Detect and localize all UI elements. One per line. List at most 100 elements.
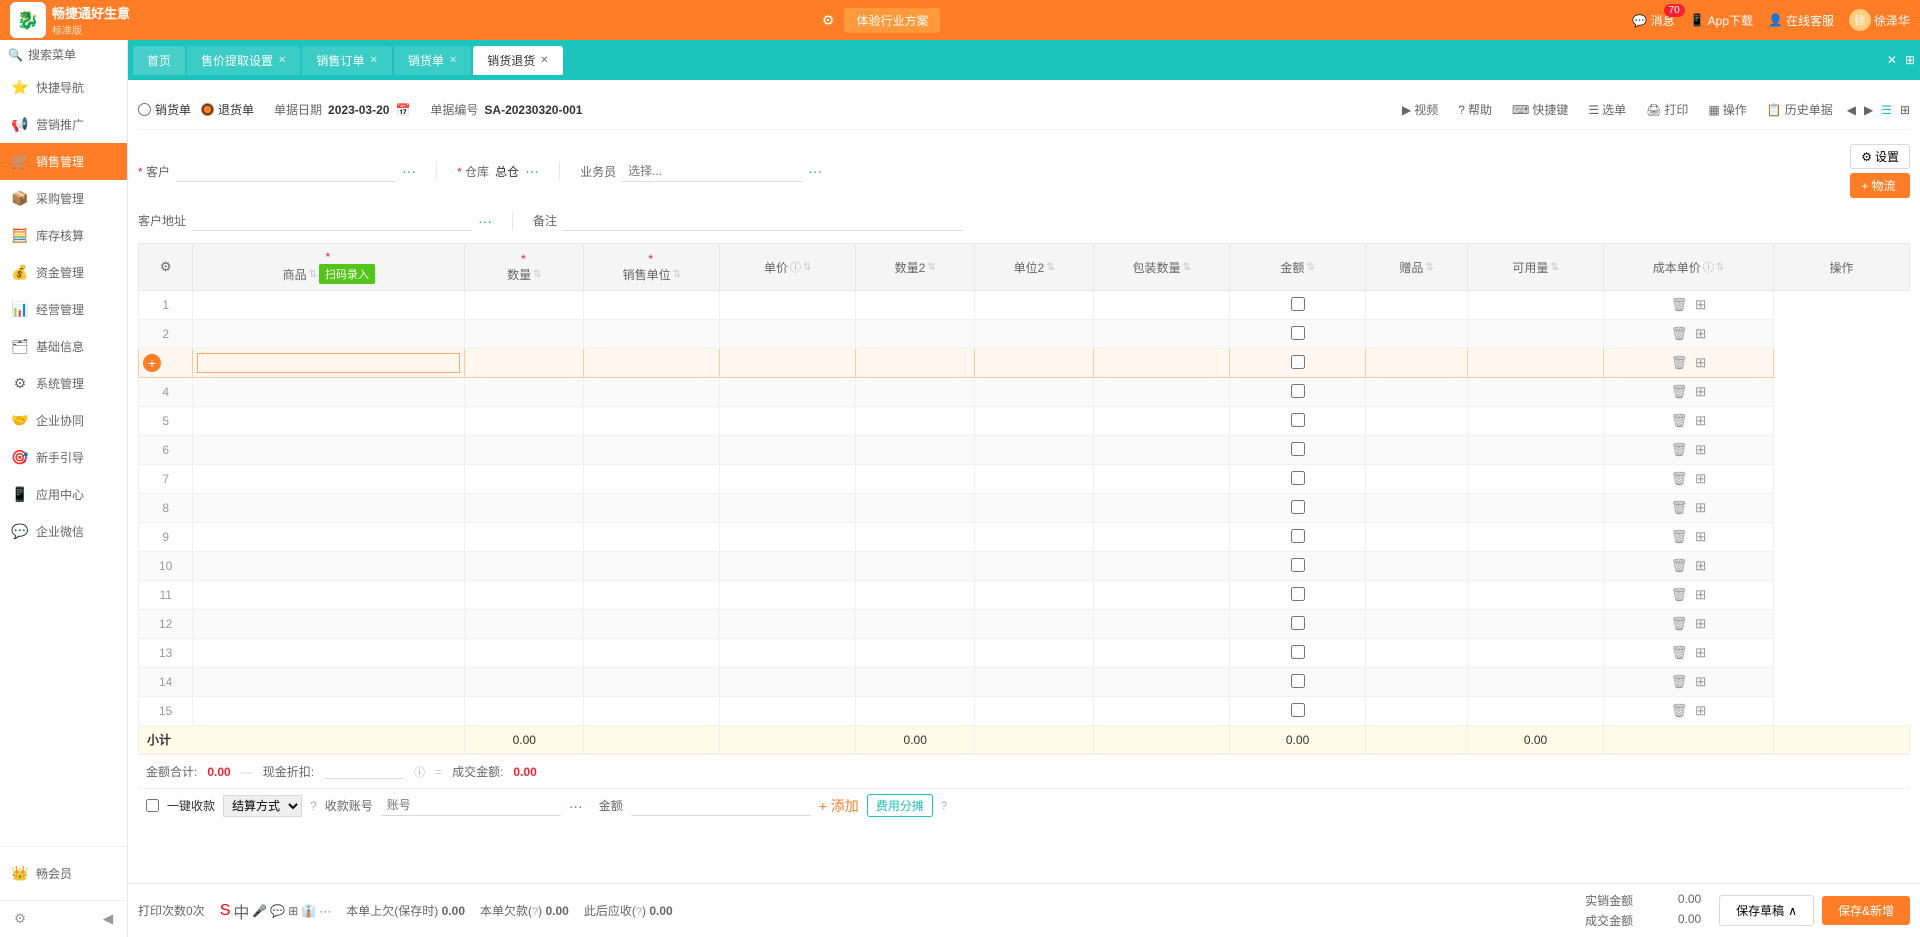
note-input[interactable] [563, 210, 963, 231]
tab-sales-order[interactable]: 销售订单 ✕ [302, 46, 391, 75]
cash-discount-input[interactable] [324, 764, 404, 779]
sidebar-item-inventory[interactable]: 🧮 库存核算 [0, 217, 127, 254]
sidebar-item-system[interactable]: ⚙ 系统管理 [0, 365, 127, 402]
tab-close-sales-order[interactable]: ✕ [369, 55, 377, 66]
tab-expand-icon[interactable]: ⊞ [1905, 53, 1915, 67]
table-row[interactable] [193, 349, 465, 378]
gift-checkbox-12[interactable] [1291, 616, 1305, 630]
row-copy-btn-9[interactable]: ⊞ [1693, 527, 1708, 547]
tab-close-sales-return[interactable]: ✕ [540, 55, 548, 66]
table-row[interactable] [193, 668, 465, 697]
row-delete-btn-1[interactable]: 🗑 [1669, 295, 1690, 315]
operate-btn[interactable]: ▦ 操作 [1702, 98, 1752, 121]
row-delete-btn-2[interactable]: 🗑 [1669, 324, 1690, 344]
table-row[interactable] [193, 436, 465, 465]
print-btn[interactable]: 🖨 打印 [1640, 98, 1694, 121]
row-delete-btn-7[interactable]: 🗑 [1669, 469, 1690, 489]
account-input[interactable] [381, 795, 561, 816]
radio-sale-doc[interactable]: 销货单 [138, 101, 191, 118]
table-row[interactable] [193, 320, 465, 349]
row-copy-btn-2[interactable]: ⊞ [1693, 324, 1708, 344]
row-copy-btn-1[interactable]: ⊞ [1693, 295, 1708, 315]
gift-checkbox-1[interactable] [1291, 297, 1305, 311]
sidebar-item-sales[interactable]: 🛒 销售管理 [0, 143, 127, 180]
gift-checkbox-13[interactable] [1291, 645, 1305, 659]
table-row[interactable] [193, 378, 465, 407]
customer-input[interactable] [176, 161, 396, 182]
sidebar-item-quick-nav[interactable]: ⭐ 快捷导航 [0, 69, 127, 106]
warehouse-select-btn[interactable]: ··· [525, 163, 539, 179]
row-delete-btn-12[interactable]: 🗑 [1669, 614, 1690, 634]
account-select-btn[interactable]: ··· [569, 798, 583, 814]
row-delete-btn-5[interactable]: 🗑 [1669, 411, 1690, 431]
sidebar-item-marketing[interactable]: 📢 营销推广 [0, 106, 127, 143]
table-row[interactable] [193, 465, 465, 494]
search-menu-btn[interactable]: 🔍 搜索菜单 [0, 40, 127, 69]
help-btn[interactable]: ? 帮助 [1452, 98, 1498, 121]
table-row[interactable] [193, 581, 465, 610]
gift-checkbox-11[interactable] [1291, 587, 1305, 601]
sidebar-item-operations[interactable]: 📊 经营管理 [0, 291, 127, 328]
next-record-icon[interactable]: ▶ [1864, 103, 1873, 117]
gift-checkbox-8[interactable] [1291, 500, 1305, 514]
sidebar-collapse-btn[interactable]: ◀ [101, 909, 115, 929]
gift-checkbox-4[interactable] [1291, 384, 1305, 398]
row-delete-btn-11[interactable]: 🗑 [1669, 585, 1690, 605]
icon-person[interactable]: 👔 [301, 904, 316, 918]
add-payment-btn[interactable]: + 添加 [819, 796, 859, 816]
one-key-payment-checkbox[interactable] [146, 799, 159, 812]
gift-checkbox-9[interactable] [1291, 529, 1305, 543]
gift-checkbox-3[interactable] [1291, 355, 1305, 369]
radio-return-doc[interactable]: 退货单 [201, 101, 254, 118]
sidebar-item-app-center[interactable]: 📱 应用中心 [0, 476, 127, 513]
row-copy-btn-11[interactable]: ⊞ [1693, 585, 1708, 605]
tab-close-all-icon[interactable]: ✕ [1887, 53, 1897, 67]
table-row[interactable] [193, 523, 465, 552]
row-copy-btn-13[interactable]: ⊞ [1693, 643, 1708, 663]
row-copy-btn-15[interactable]: ⊞ [1693, 701, 1708, 721]
table-row[interactable] [193, 291, 465, 320]
gift-checkbox-14[interactable] [1291, 674, 1305, 688]
tab-sales-doc[interactable]: 销货单 ✕ [394, 46, 471, 75]
shortcut-btn[interactable]: ⌨ 快捷键 [1506, 98, 1574, 121]
table-row[interactable] [193, 697, 465, 726]
sidebar-item-enterprise-wechat[interactable]: 💬 企业微信 [0, 513, 127, 550]
settings-form-btn[interactable]: ⚙ 设置 [1850, 144, 1910, 169]
save-draft-button[interactable]: 保存草稿 ∧ [1719, 895, 1814, 926]
fee-split-btn[interactable]: 费用分摊 [867, 794, 933, 817]
tab-close-price-settings[interactable]: ✕ [278, 55, 286, 66]
row-copy-btn-7[interactable]: ⊞ [1693, 469, 1708, 489]
row-copy-btn-6[interactable]: ⊞ [1693, 440, 1708, 460]
sidebar-item-member[interactable]: 👑 畅会员 [0, 855, 127, 892]
sidebar-item-basic[interactable]: 🗂 基础信息 [0, 328, 127, 365]
gift-checkbox-6[interactable] [1291, 442, 1305, 456]
gift-checkbox-10[interactable] [1291, 558, 1305, 572]
row-delete-btn-8[interactable]: 🗑 [1669, 498, 1690, 518]
row-copy-btn-8[interactable]: ⊞ [1693, 498, 1708, 518]
row-delete-btn-10[interactable]: 🗑 [1669, 556, 1690, 576]
sidebar-settings-btn[interactable]: ⚙ [12, 909, 28, 929]
sidebar-item-new-guide[interactable]: 🎯 新手引导 [0, 439, 127, 476]
icon-mic[interactable]: 🎤 [252, 904, 267, 918]
row-delete-btn-3[interactable]: 🗑 [1669, 353, 1690, 373]
gift-checkbox-15[interactable] [1291, 703, 1305, 717]
tab-home[interactable]: 首页 [133, 46, 185, 75]
add-logistics-btn[interactable]: + 物流 [1850, 173, 1910, 198]
message-area[interactable]: 💬 消息 70 [1632, 12, 1674, 29]
table-row[interactable] [193, 552, 465, 581]
icon-more[interactable]: ··· [319, 904, 331, 918]
user-area[interactable]: 徐 徐泽华 [1849, 9, 1910, 31]
table-row[interactable] [193, 639, 465, 668]
tab-sales-return[interactable]: 销货退货 ✕ [473, 46, 562, 75]
row-copy-btn-5[interactable]: ⊞ [1693, 411, 1708, 431]
prev-record-icon[interactable]: ◀ [1847, 103, 1856, 117]
salesperson-input[interactable] [622, 161, 802, 182]
col-settings-icon[interactable]: ⚙ [160, 259, 172, 274]
address-input[interactable] [192, 210, 472, 231]
grid-view-icon[interactable]: ⊞ [1900, 103, 1910, 117]
history-btn[interactable]: 📋 历史单据 [1761, 98, 1839, 121]
icon-zhong[interactable]: 中 [233, 899, 249, 923]
tab-close-sales-doc[interactable]: ✕ [449, 55, 457, 66]
sidebar-item-enterprise[interactable]: 🤝 企业协同 [0, 402, 127, 439]
row-delete-btn-15[interactable]: 🗑 [1669, 701, 1690, 721]
